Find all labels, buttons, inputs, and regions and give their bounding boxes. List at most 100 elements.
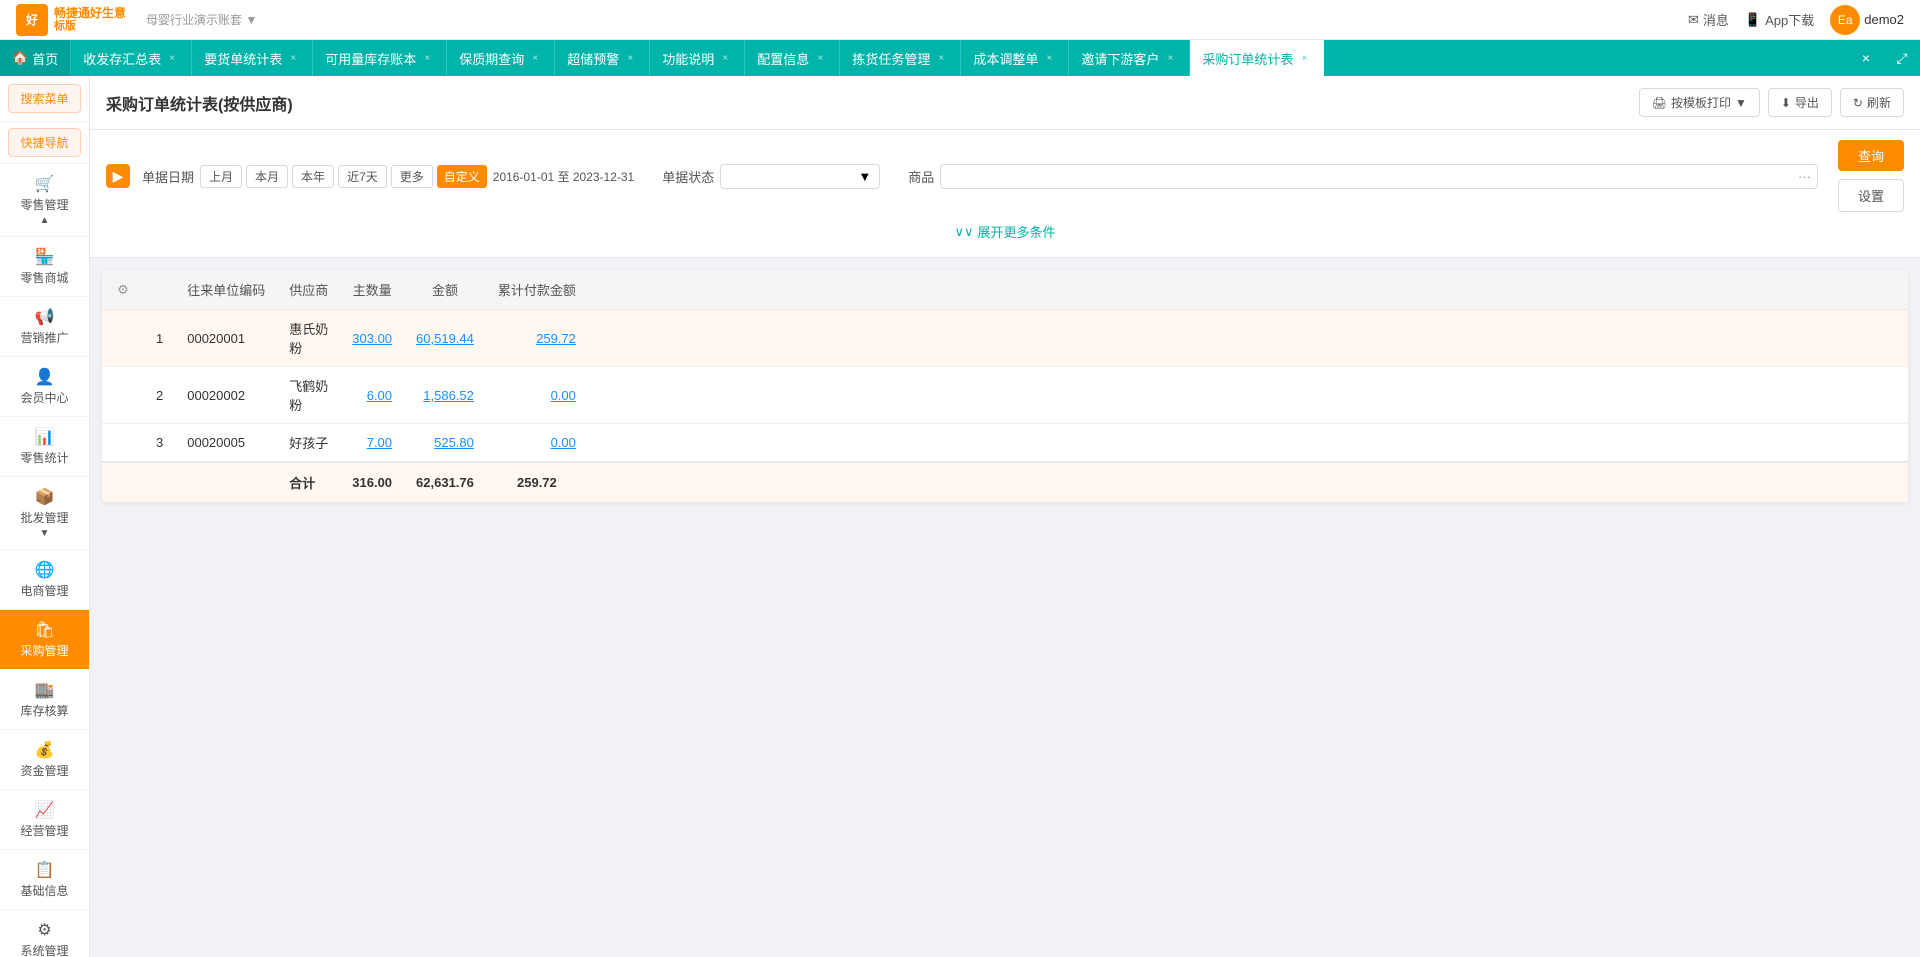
table-footer-row: 合计 316.00 62,631.76 259.72 <box>102 462 1908 503</box>
sidebar-item-zjgl[interactable]: 💰 资金管理 <box>0 730 89 790</box>
cell-qty-0[interactable]: 303.00 <box>340 310 404 367</box>
sidebar-item-jcxx[interactable]: 📋 基础信息 <box>0 850 89 910</box>
footer-code-cell <box>175 462 277 503</box>
nav-right-actions: × ⤢ <box>1848 40 1920 76</box>
logo-text: 畅捷通好生意 标版 <box>54 6 126 34</box>
sidebar-item-pfgl[interactable]: 📦 批发管理 ▼ <box>0 477 89 550</box>
page-title-row: 采购订单统计表(按供应商) 🖨 按模板打印 ▼ ⬇ 导出 ↻ 刷新 <box>106 88 1904 117</box>
tab-cchy[interactable]: 超储预警 × <box>555 40 650 76</box>
tab-yphtj[interactable]: 要货单统计表 × <box>192 40 313 76</box>
retail-stat-icon: 📊 <box>35 427 55 447</box>
user-area[interactable]: Ea demo2 <box>1830 5 1904 35</box>
cell-paid-1[interactable]: 0.00 <box>486 367 588 424</box>
tab-close-cbtz[interactable]: × <box>1042 51 1056 65</box>
th-settings: ⚙ <box>102 270 144 310</box>
sidebar-item-dsgl[interactable]: 🌐 电商管理 <box>0 550 89 610</box>
main-layout: 搜索菜单 快捷导航 🛒 零售管理 ▲ 🏪 零售商城 📢 营销推广 👤 会员中心 … <box>0 76 1920 957</box>
tab-shfd[interactable]: 收发存汇总表 × <box>71 40 192 76</box>
th-extra <box>588 270 1908 310</box>
tab-close-yphtj[interactable]: × <box>286 51 300 65</box>
date-custom[interactable]: 自定义 <box>437 165 487 188</box>
goods-input-more[interactable]: ··· <box>1792 165 1817 188</box>
date-7days[interactable]: 近7天 <box>338 165 387 188</box>
tab-close-yqxyjy[interactable]: × <box>1163 51 1177 65</box>
date-more[interactable]: 更多 <box>391 165 433 188</box>
settings-button[interactable]: 设置 <box>1838 179 1904 212</box>
sidebar-item-kchj[interactable]: 🏬 库存核算 <box>0 670 89 730</box>
tab-close-pzxx[interactable]: × <box>813 51 827 65</box>
cell-extra-1 <box>588 367 1908 424</box>
sidebar-item-jygl[interactable]: 📈 经营管理 <box>0 790 89 850</box>
tab-kylkcc[interactable]: 可用量库存账本 × <box>313 40 447 76</box>
export-button[interactable]: ⬇ 导出 <box>1768 88 1832 117</box>
cell-amount-2[interactable]: 525.80 <box>404 424 486 463</box>
message-button[interactable]: ✉ 消息 <box>1688 10 1729 29</box>
cell-qty-2[interactable]: 7.00 <box>340 424 404 463</box>
message-icon: ✉ <box>1688 12 1699 28</box>
phone-icon: 📱 <box>1745 12 1761 28</box>
th-rownum <box>144 270 175 310</box>
cell-qty-1[interactable]: 6.00 <box>340 367 404 424</box>
print-button[interactable]: 🖨 按模板打印 ▼ <box>1639 88 1760 117</box>
tab-close-gnms[interactable]: × <box>718 51 732 65</box>
date-this-year[interactable]: 本年 <box>292 165 334 188</box>
table-row: 3 00020005 好孩子 7.00 525.80 0.00 <box>102 424 1908 463</box>
sidebar-item-yxtt[interactable]: 📢 营销推广 <box>0 297 89 357</box>
quick-nav-button[interactable]: 快捷导航 <box>8 128 81 157</box>
cell-amount-1[interactable]: 1,586.52 <box>404 367 486 424</box>
sidebar-item-lingshou[interactable]: 🛒 零售管理 ▲ <box>0 164 89 237</box>
tab-close-cgddtj[interactable]: × <box>1297 51 1311 65</box>
status-select[interactable]: ▼ <box>720 164 880 189</box>
sidebar-item-shop[interactable]: 🏪 零售商城 <box>0 237 89 297</box>
tab-close-shfd[interactable]: × <box>165 51 179 65</box>
expand-more-button[interactable]: ∨∨ 展开更多条件 <box>954 216 1055 247</box>
filter-toggle-button[interactable]: ▶ <box>106 164 130 188</box>
cell-code-1: 00020002 <box>175 367 277 424</box>
maximize-button[interactable]: ⤢ <box>1884 40 1920 76</box>
cell-paid-0[interactable]: 259.72 <box>486 310 588 367</box>
page-title: 采购订单统计表(按供应商) <box>106 91 293 115</box>
date-last-month[interactable]: 上月 <box>200 165 242 188</box>
tab-close-phqwgl[interactable]: × <box>934 51 948 65</box>
breadcrumb: 母婴行业演示账套 ▼ <box>146 11 257 28</box>
date-this-month[interactable]: 本月 <box>246 165 288 188</box>
tab-bxqcx[interactable]: 保质期查询 × <box>447 40 555 76</box>
table-row: 2 00020002 飞鹤奶粉 6.00 1,586.52 0.00 <box>102 367 1908 424</box>
tab-yqxyjy[interactable]: 邀请下游客户 × <box>1069 40 1190 76</box>
tab-close-bxqcx[interactable]: × <box>528 51 542 65</box>
tab-gnms[interactable]: 功能说明 × <box>650 40 745 76</box>
cell-supplier-0: 惠氏奶粉 <box>277 310 340 367</box>
top-bar: 好 畅捷通好生意 标版 母婴行业演示账套 ▼ ✉ 消息 📱 App下载 Ea d… <box>0 0 1920 40</box>
filter-area: ▶ 单据日期 上月 本月 本年 近7天 更多 自定义 2016-01-01 至 … <box>90 130 1920 258</box>
column-settings-icon[interactable]: ⚙ <box>114 281 132 299</box>
cell-supplier-2: 好孩子 <box>277 424 340 463</box>
cell-rownum-1: 2 <box>144 367 175 424</box>
table-area: ⚙ 往来单位编码 供应商 主数量 金额 累计付款金额 1 00020001 惠氏… <box>90 258 1920 957</box>
avatar: Ea <box>1830 5 1860 35</box>
cell-supplier-1: 飞鹤奶粉 <box>277 367 340 424</box>
tab-cbtz[interactable]: 成本调整单 × <box>961 40 1069 76</box>
tab-cgddtj[interactable]: 采购订单统计表 × <box>1190 40 1324 76</box>
finance-icon: 💰 <box>35 740 55 760</box>
tab-phqwgl[interactable]: 拣货任务管理 × <box>840 40 961 76</box>
system-icon: ⚙ <box>37 920 51 940</box>
tab-close-kylkcc[interactable]: × <box>420 51 434 65</box>
tab-pzxx[interactable]: 配置信息 × <box>745 40 840 76</box>
th-qty: 主数量 <box>340 270 404 310</box>
th-supplier: 供应商 <box>277 270 340 310</box>
sidebar-item-hyztx[interactable]: 👤 会员中心 <box>0 357 89 417</box>
cell-amount-0[interactable]: 60,519.44 <box>404 310 486 367</box>
tab-home[interactable]: 🏠 首页 <box>0 40 71 76</box>
sidebar-item-lstj[interactable]: 📊 零售统计 <box>0 417 89 477</box>
search-menu-button[interactable]: 搜索菜单 <box>8 84 81 113</box>
member-icon: 👤 <box>35 367 55 387</box>
query-button[interactable]: 查询 <box>1838 140 1904 171</box>
refresh-button[interactable]: ↻ 刷新 <box>1840 88 1904 117</box>
sidebar-item-xtgl[interactable]: ⚙ 系统管理 <box>0 910 89 957</box>
goods-input[interactable] <box>941 165 1792 188</box>
close-all-button[interactable]: × <box>1848 40 1884 76</box>
app-download-button[interactable]: 📱 App下载 <box>1745 10 1814 29</box>
sidebar-item-cggl[interactable]: 🛍 采购管理 <box>0 610 89 670</box>
cell-paid-2[interactable]: 0.00 <box>486 424 588 463</box>
tab-close-cchy[interactable]: × <box>623 51 637 65</box>
